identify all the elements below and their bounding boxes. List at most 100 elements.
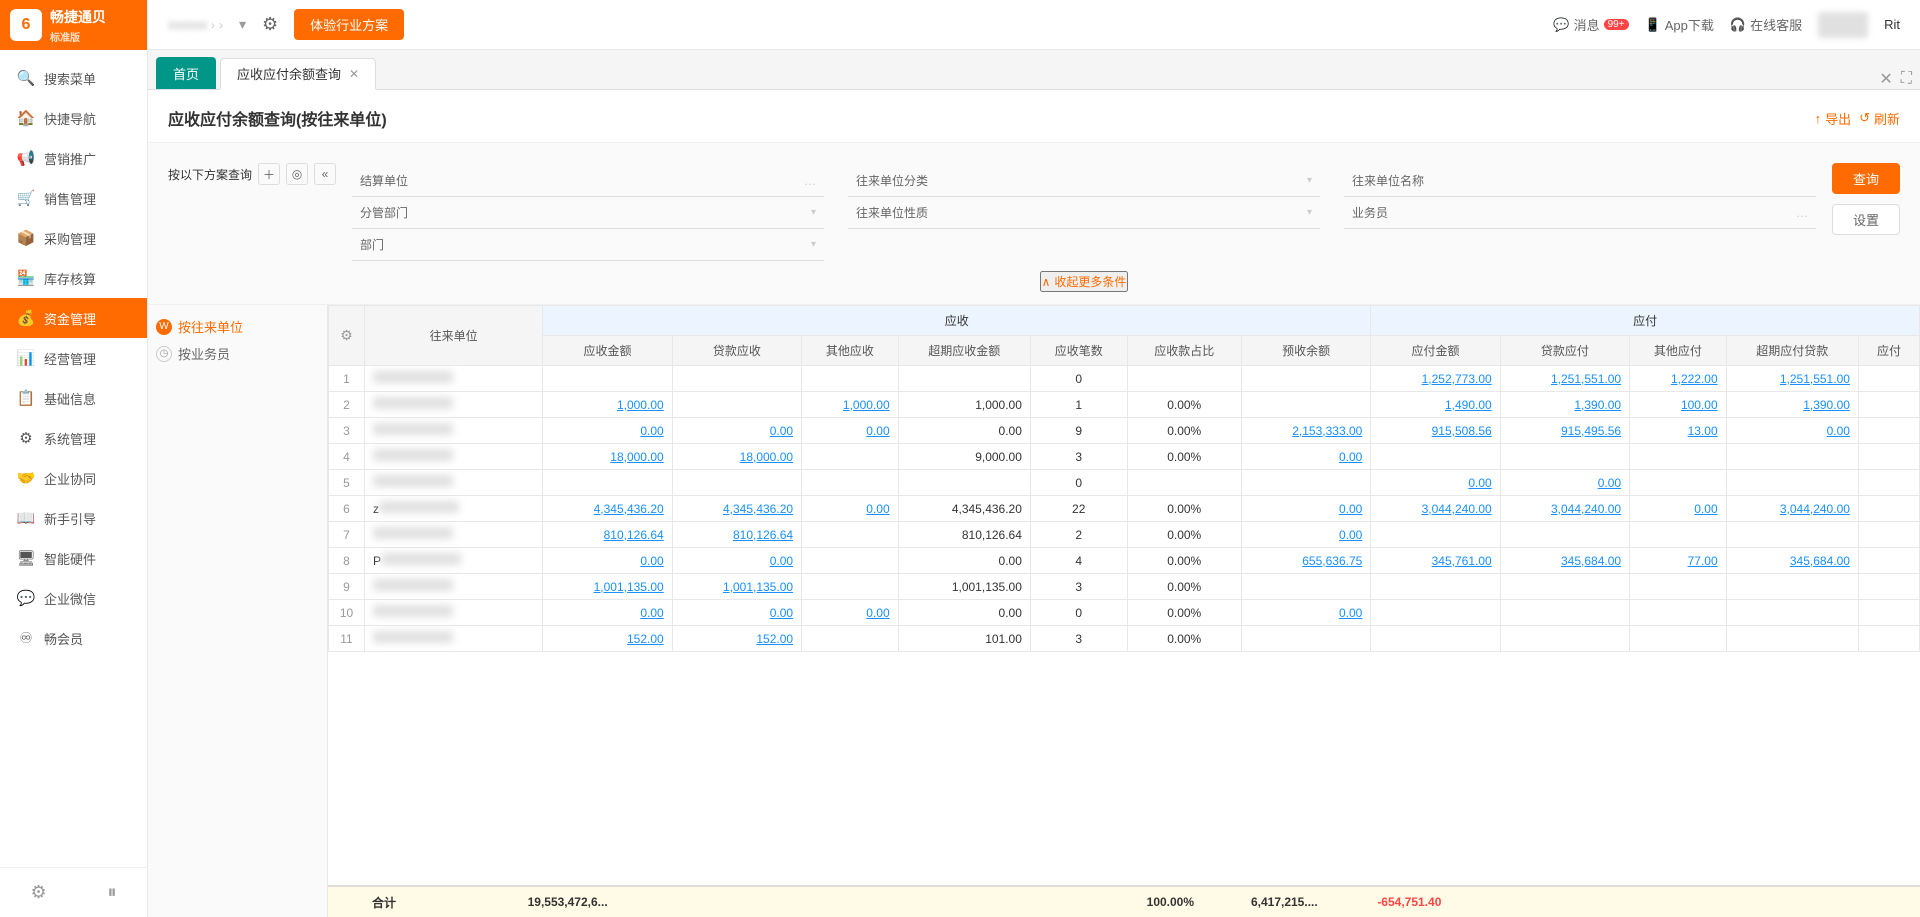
sidebar-item-1[interactable]: 🏠 快捷导航	[0, 98, 147, 138]
cell-loan-ar-10[interactable]: 152.00	[672, 626, 801, 652]
filter-jsdw-input[interactable]	[450, 174, 800, 188]
cell-other-ar-5[interactable]: 0.00	[802, 496, 899, 522]
subnav-salesperson[interactable]: ◷ 按业务员	[148, 340, 327, 367]
sidebar-item-6[interactable]: 💰 资金管理	[0, 298, 147, 338]
cell-ap-amount-0[interactable]: 1,252,773.00	[1371, 366, 1500, 392]
solution-btn[interactable]: 体验行业方案	[294, 9, 404, 40]
sidebar-item-8[interactable]: 📋 基础信息	[0, 378, 147, 418]
sidebar-item-2[interactable]: 📢 营销推广	[0, 138, 147, 178]
table-gear-icon[interactable]: ⚙	[340, 327, 353, 343]
cell-ar-amount-2[interactable]: 0.00	[543, 418, 672, 444]
cell-ar-amount-10[interactable]: 152.00	[543, 626, 672, 652]
sidebar-item-0[interactable]: 🔍 搜索菜单	[0, 58, 147, 98]
filter-bm-input[interactable]	[450, 238, 807, 252]
settings-btn[interactable]: 设置	[1832, 204, 1900, 235]
filter-collapse-left-icon[interactable]: «	[314, 163, 336, 185]
cell-loan-ap-4[interactable]: 0.00	[1500, 470, 1629, 496]
cell-other-ar-2[interactable]: 0.00	[802, 418, 899, 444]
cell-ap-amount-7[interactable]: 345,761.00	[1371, 548, 1500, 574]
cell-loan-ap-7[interactable]: 345,684.00	[1500, 548, 1629, 574]
cell-prepay-5[interactable]: 0.00	[1241, 496, 1370, 522]
cell-overdue-ap-0[interactable]: 1,251,551.00	[1726, 366, 1858, 392]
tab-ar-ap[interactable]: 应收应付余额查询 ✕	[220, 58, 376, 90]
subnav-partner[interactable]: W 按往来单位	[148, 313, 327, 340]
cell-other-ap-5[interactable]: 0.00	[1630, 496, 1727, 522]
cell-loan-ar-2[interactable]: 0.00	[672, 418, 801, 444]
cell-loan-ar-9[interactable]: 0.00	[672, 600, 801, 626]
cell-loan-ap-5[interactable]: 3,044,240.00	[1500, 496, 1629, 522]
sidebar-item-13[interactable]: 💬 企业微信	[0, 578, 147, 618]
cell-prepay-2[interactable]: 2,153,333.00	[1241, 418, 1370, 444]
cell-prepay-9[interactable]: 0.00	[1241, 600, 1370, 626]
cell-ar-amount-8[interactable]: 1,001,135.00	[543, 574, 672, 600]
cell-other-ap-2[interactable]: 13.00	[1630, 418, 1727, 444]
filter-bm-arrow[interactable]: ▾	[811, 239, 816, 250]
cell-overdue-ap-2[interactable]: 0.00	[1726, 418, 1858, 444]
tab-expand-icon[interactable]: ⛶	[1901, 70, 1912, 88]
cell-prepay-6[interactable]: 0.00	[1241, 522, 1370, 548]
cell-loan-ap-1[interactable]: 1,390.00	[1500, 392, 1629, 418]
filter-add-icon[interactable]: ＋	[258, 163, 280, 185]
cell-other-ar-9[interactable]: 0.00	[802, 600, 899, 626]
tab-ar-ap-close[interactable]: ✕	[349, 67, 359, 81]
cell-ap-amount-5[interactable]: 3,044,240.00	[1371, 496, 1500, 522]
cell-loan-ar-7[interactable]: 0.00	[672, 548, 801, 574]
table-wrapper[interactable]: ⚙ 往来单位 应收 应付 应收金额 贷款应收 其他应收	[328, 305, 1920, 885]
cell-ar-amount-5[interactable]: 4,345,436.20	[543, 496, 672, 522]
filter-ywy-dots[interactable]: …	[1796, 206, 1808, 220]
filter-fgbm-arrow[interactable]: ▾	[811, 207, 816, 218]
sidebar-item-5[interactable]: 🏪 库存核算	[0, 258, 147, 298]
sidebar-item-12[interactable]: 🖥 智能硬件	[0, 538, 147, 578]
online-service-btn[interactable]: 🎧 在线客服	[1730, 15, 1802, 34]
cell-overdue-ap-5[interactable]: 3,044,240.00	[1726, 496, 1858, 522]
sidebar-item-10[interactable]: 🤝 企业协同	[0, 458, 147, 498]
cell-ap-amount-1[interactable]: 1,490.00	[1371, 392, 1500, 418]
filter-lwdwmc-input[interactable]	[1442, 174, 1808, 188]
sidebar-settings-btn[interactable]: ⚙	[22, 878, 54, 907]
filter-lwdwfl-arrow[interactable]: ▾	[1307, 175, 1312, 186]
cell-other-ap-1[interactable]: 100.00	[1630, 392, 1727, 418]
filter-jsdw-dots[interactable]: …	[804, 174, 816, 188]
tab-home[interactable]: 首页	[156, 57, 216, 89]
filter-ywy-input[interactable]	[1442, 206, 1792, 220]
sidebar-item-7[interactable]: 📊 经营管理	[0, 338, 147, 378]
cell-loan-ap-0[interactable]: 1,251,551.00	[1500, 366, 1629, 392]
cell-ar-amount-3[interactable]: 18,000.00	[543, 444, 672, 470]
sidebar-item-11[interactable]: 📖 新手引导	[0, 498, 147, 538]
collapse-btn[interactable]: ∧ 收起更多条件	[1040, 271, 1129, 292]
col-gear[interactable]: ⚙	[329, 306, 365, 366]
messages-btn[interactable]: 💬 消息 99+	[1553, 15, 1628, 34]
cell-overdue-ap-1[interactable]: 1,390.00	[1726, 392, 1858, 418]
sidebar-item-14[interactable]: ♾ 畅会员	[0, 618, 147, 658]
cell-ar-amount-1[interactable]: 1,000.00	[543, 392, 672, 418]
top-gear-icon[interactable]: ⚙	[262, 14, 278, 35]
cell-ap-amount-4[interactable]: 0.00	[1371, 470, 1500, 496]
cell-other-ar-1[interactable]: 1,000.00	[802, 392, 899, 418]
top-dropdown-arrow[interactable]: ▾	[239, 16, 246, 33]
cell-other-ap-0[interactable]: 1,222.00	[1630, 366, 1727, 392]
cell-ar-amount-9[interactable]: 0.00	[543, 600, 672, 626]
cell-prepay-7[interactable]: 655,636.75	[1241, 548, 1370, 574]
sidebar-item-4[interactable]: 📦 采购管理	[0, 218, 147, 258]
filter-lwdwxz-input[interactable]	[946, 206, 1303, 220]
sidebar-collapse-btn[interactable]: ⏸	[100, 878, 125, 907]
cell-other-ap-7[interactable]: 77.00	[1630, 548, 1727, 574]
cell-ar-amount-7[interactable]: 0.00	[543, 548, 672, 574]
cell-loan-ar-3[interactable]: 18,000.00	[672, 444, 801, 470]
cell-loan-ar-8[interactable]: 1,001,135.00	[672, 574, 801, 600]
export-btn[interactable]: ↑ 导出	[1815, 109, 1852, 128]
cell-prepay-3[interactable]: 0.00	[1241, 444, 1370, 470]
filter-edit-icon[interactable]: ◎	[286, 163, 308, 185]
refresh-btn[interactable]: ↺ 刷新	[1859, 109, 1900, 128]
query-btn[interactable]: 查询	[1832, 163, 1900, 194]
cell-ap-amount-2[interactable]: 915,508.56	[1371, 418, 1500, 444]
filter-fgbm-input[interactable]	[450, 206, 807, 220]
filter-lwdwfl-input[interactable]	[946, 174, 1303, 188]
cell-ar-amount-6[interactable]: 810,126.64	[543, 522, 672, 548]
cell-loan-ap-2[interactable]: 915,495.56	[1500, 418, 1629, 444]
cell-loan-ar-5[interactable]: 4,345,436.20	[672, 496, 801, 522]
app-download-btn[interactable]: 📱 App下载	[1645, 15, 1714, 34]
cell-loan-ar-6[interactable]: 810,126.64	[672, 522, 801, 548]
cell-overdue-ap-7[interactable]: 345,684.00	[1726, 548, 1858, 574]
sidebar-item-3[interactable]: 🛒 销售管理	[0, 178, 147, 218]
